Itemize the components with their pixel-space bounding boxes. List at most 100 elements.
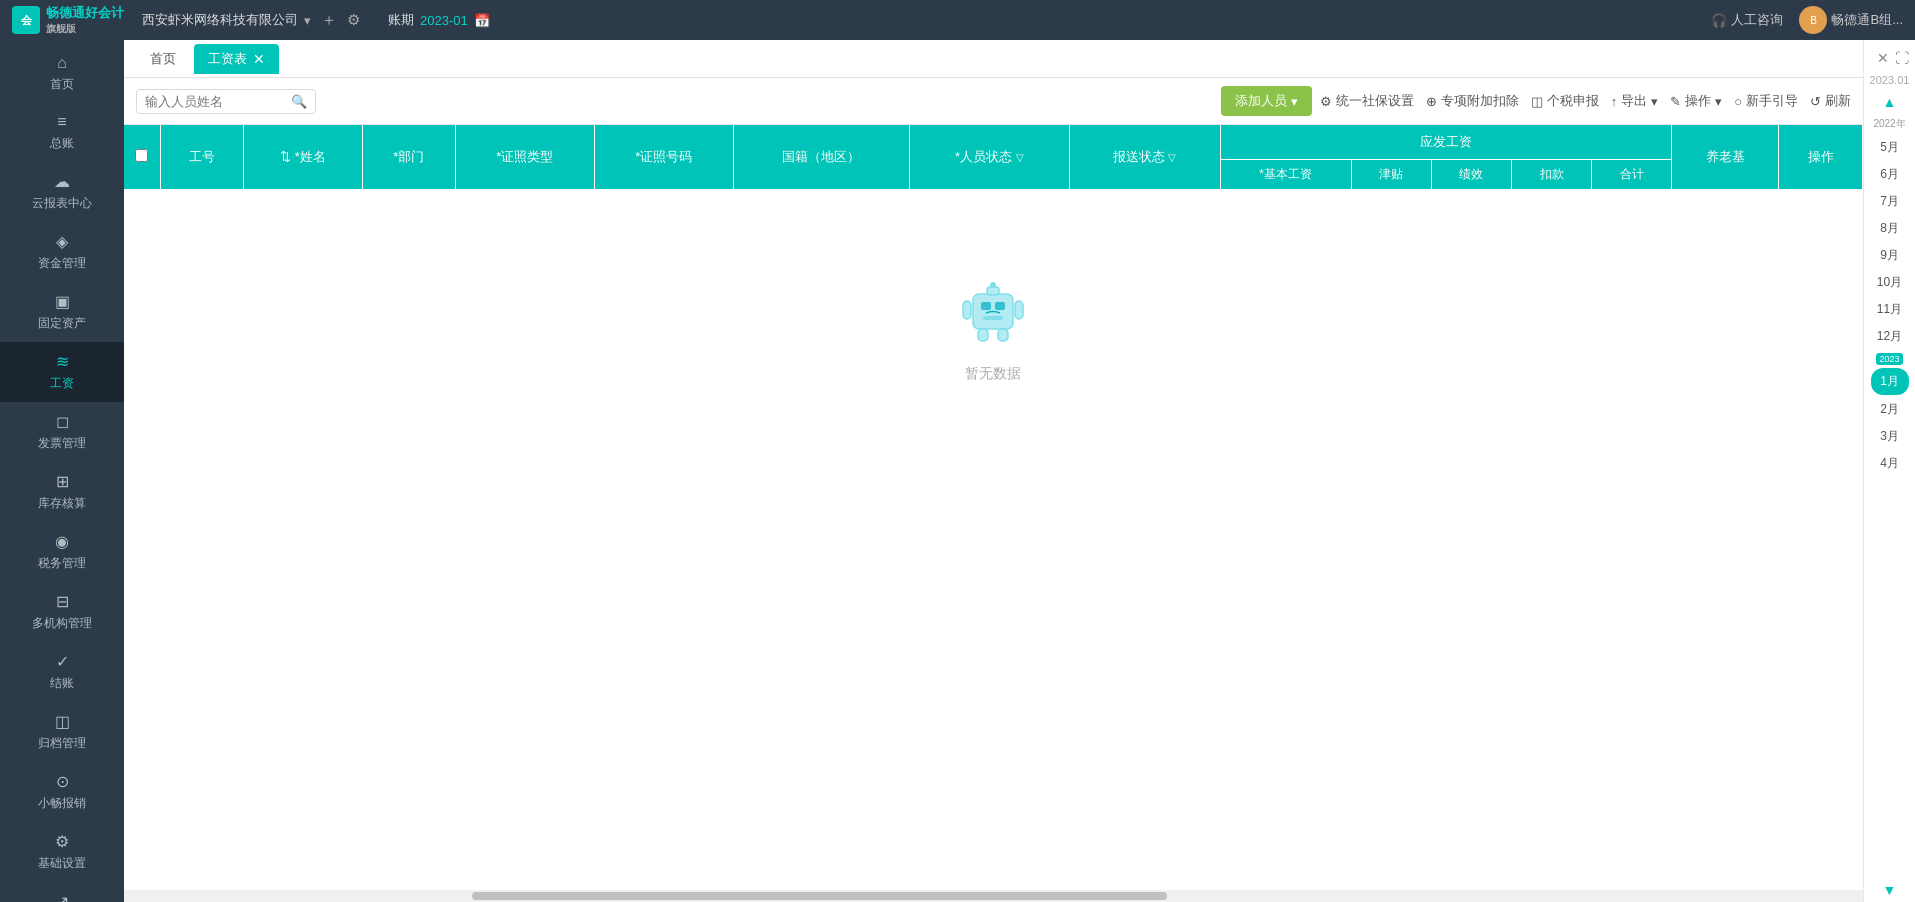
prev-year-btn[interactable]: ▲ [1879, 90, 1901, 114]
th-name[interactable]: ⇅ *姓名 [244, 125, 363, 189]
add-person-button[interactable]: 添加人员 ▾ [1221, 86, 1312, 116]
close-icon: ✓ [56, 652, 69, 671]
sidebar-item-fund[interactable]: ◈资金管理 [0, 222, 124, 282]
social-settings-icon: ⚙ [1320, 94, 1332, 109]
month-2023-4[interactable]: 4月 [1864, 450, 1915, 477]
sidebar-label-asset: 固定资产 [38, 315, 86, 332]
export-btn[interactable]: ↑ 导出 ▾ [1611, 92, 1659, 110]
panel-expand-icon[interactable]: ⛶ [1893, 48, 1911, 68]
sidebar-item-cloud[interactable]: ☁云报表中心 [0, 162, 124, 222]
svg-point-5 [990, 282, 996, 288]
svg-rect-6 [963, 301, 971, 319]
month-2022-9[interactable]: 9月 [1864, 242, 1915, 269]
report-filter-icon[interactable]: ▽ [1168, 152, 1176, 163]
export-icon: ↑ [1611, 94, 1618, 109]
month-2022-6[interactable]: 6月 [1864, 161, 1915, 188]
select-all-checkbox[interactable] [135, 149, 148, 162]
social-settings-btn[interactable]: ⚙ 统一社保设置 [1320, 92, 1414, 110]
settings-icon: ⚙ [55, 832, 69, 851]
sidebar-item-invoice[interactable]: ◻发票管理 [0, 402, 124, 462]
next-year-btn[interactable]: ▼ [1879, 878, 1901, 902]
horizontal-scrollbar[interactable] [124, 890, 1863, 902]
topbar-settings-icon[interactable]: ⚙ [347, 11, 360, 29]
sidebar-label-ledger: 总账 [50, 135, 74, 152]
month-2023-2[interactable]: 2月 [1864, 396, 1915, 423]
user-btn[interactable]: B 畅德通B组... [1799, 6, 1903, 34]
svg-rect-7 [1015, 301, 1023, 319]
app-name: 畅德通好会计 旗舰版 [46, 4, 124, 36]
logo-icon: 会 [12, 6, 40, 34]
month-2022-10[interactable]: 10月 [1864, 269, 1915, 296]
status-filter-icon[interactable]: ▽ [1016, 152, 1024, 163]
search-box[interactable]: 🔍 [136, 89, 316, 114]
company-selector[interactable]: 西安虾米网络科技有限公司 ▾ [142, 11, 311, 29]
sidebar-item-expense[interactable]: ⊙小畅报销 [0, 762, 124, 822]
sidebar-item-archive[interactable]: ◫归档管理 [0, 702, 124, 762]
headset-icon: 🎧 [1711, 13, 1727, 28]
period-calendar-icon[interactable]: 📅 [474, 13, 490, 28]
operate-btn[interactable]: ✎ 操作 ▾ [1670, 92, 1722, 110]
asset-icon: ▣ [55, 292, 70, 311]
year-2023-label: 2023 [1876, 350, 1902, 367]
sidebar-item-home[interactable]: ⌂ 首页 [0, 44, 124, 103]
sidebar-item-multi[interactable]: ⊟多机构管理 [0, 582, 124, 642]
period-label: 账期 [388, 11, 414, 29]
empty-robot-icon [953, 269, 1033, 349]
month-2022-5[interactable]: 5月 [1864, 134, 1915, 161]
home-icon: ⌂ [57, 54, 67, 72]
guide-btn[interactable]: ○ 新手引导 [1734, 92, 1798, 110]
support-btn[interactable]: 🎧 人工咨询 [1711, 11, 1783, 29]
th-status[interactable]: *人员状态 ▽ [910, 125, 1070, 189]
month-2023-1[interactable]: 1月 [1871, 368, 1909, 395]
svg-rect-2 [995, 302, 1005, 310]
fund-icon: ◈ [56, 232, 68, 251]
special-deduct-label: 专项附加扣除 [1441, 92, 1519, 110]
invoice-icon: ◻ [56, 412, 69, 431]
sidebar-item-guide[interactable]: ↗新手引导 [0, 882, 124, 902]
sidebar-label-home: 首页 [50, 76, 74, 93]
refresh-btn[interactable]: ↺ 刷新 [1810, 92, 1851, 110]
svg-rect-1 [981, 302, 991, 310]
sidebar-item-inventory[interactable]: ⊞库存核算 [0, 462, 124, 522]
sidebar-item-tax[interactable]: ◉税务管理 [0, 522, 124, 582]
topbar-add-icon[interactable]: ＋ [321, 10, 337, 31]
tab-home[interactable]: 首页 [136, 44, 190, 74]
content-area: 首页 工资表 ✕ 🔍 添加人员 ▾ ⚙ 统一社保设置 [124, 40, 1863, 902]
th-deduction: 扣款 [1512, 160, 1592, 190]
month-2023-3[interactable]: 3月 [1864, 423, 1915, 450]
tabs-bar: 首页 工资表 ✕ [124, 40, 1863, 78]
th-report-status[interactable]: 报送状态 ▽ [1069, 125, 1220, 189]
tax-report-btn[interactable]: ◫ 个税申报 [1531, 92, 1599, 110]
social-settings-label: 统一社保设置 [1336, 92, 1414, 110]
month-2022-11[interactable]: 11月 [1864, 296, 1915, 323]
sidebar-item-salary[interactable]: ≋工资 [0, 342, 124, 402]
sidebar-item-asset[interactable]: ▣ 固定资产 [0, 282, 124, 342]
right-panel: ✕ ⛶ 2023.01 ▲ 2022年 5月 6月 7月 8月 9月 10月 1… [1863, 40, 1915, 902]
panel-close-icon[interactable]: ✕ [1875, 48, 1891, 68]
table-header-row1: 工号 ⇅ *姓名 *部门 *证照类型 *证照号码 国籍（地区） *人员状态 ▽ … [124, 125, 1863, 160]
search-input[interactable] [145, 94, 285, 109]
right-panel-header: ✕ ⛶ [1864, 44, 1915, 72]
special-deduct-btn[interactable]: ⊕ 专项附加扣除 [1426, 92, 1519, 110]
toolbar-actions: ⚙ 统一社保设置 ⊕ 专项附加扣除 ◫ 个税申报 ↑ 导出 ▾ ✎ [1320, 92, 1851, 110]
month-2022-8[interactable]: 8月 [1864, 215, 1915, 242]
tax-icon: ◉ [55, 532, 69, 551]
tab-salary-label: 工资表 [208, 50, 247, 68]
sidebar-item-ledger[interactable]: ≡总账 [0, 103, 124, 162]
tab-salary-close[interactable]: ✕ [253, 52, 265, 66]
period-selector[interactable]: 账期 2023-01 📅 [388, 11, 490, 29]
sidebar: ⌂ 首页 ≡总账☁云报表中心◈资金管理 ▣ 固定资产 ≋工资◻发票管理⊞库存核算◉税务管理… [0, 40, 124, 902]
sidebar-item-close[interactable]: ✓结账 [0, 642, 124, 702]
company-dropdown-icon[interactable]: ▾ [304, 13, 311, 28]
sidebar-item-settings[interactable]: ⚙基础设置 [0, 822, 124, 882]
month-2022-12[interactable]: 12月 [1864, 323, 1915, 350]
guide-icon: ↗ [56, 892, 69, 902]
salary-table-wrap: 工号 ⇅ *姓名 *部门 *证照类型 *证照号码 国籍（地区） *人员状态 ▽ … [124, 125, 1863, 890]
scrollbar-thumb[interactable] [472, 892, 1168, 900]
refresh-label: 刷新 [1825, 92, 1851, 110]
current-period-label: 2023.01 [1870, 72, 1910, 90]
tab-salary[interactable]: 工资表 ✕ [194, 44, 279, 74]
th-checkbox[interactable] [124, 125, 160, 189]
company-name: 西安虾米网络科技有限公司 [142, 11, 298, 29]
month-2022-7[interactable]: 7月 [1864, 188, 1915, 215]
